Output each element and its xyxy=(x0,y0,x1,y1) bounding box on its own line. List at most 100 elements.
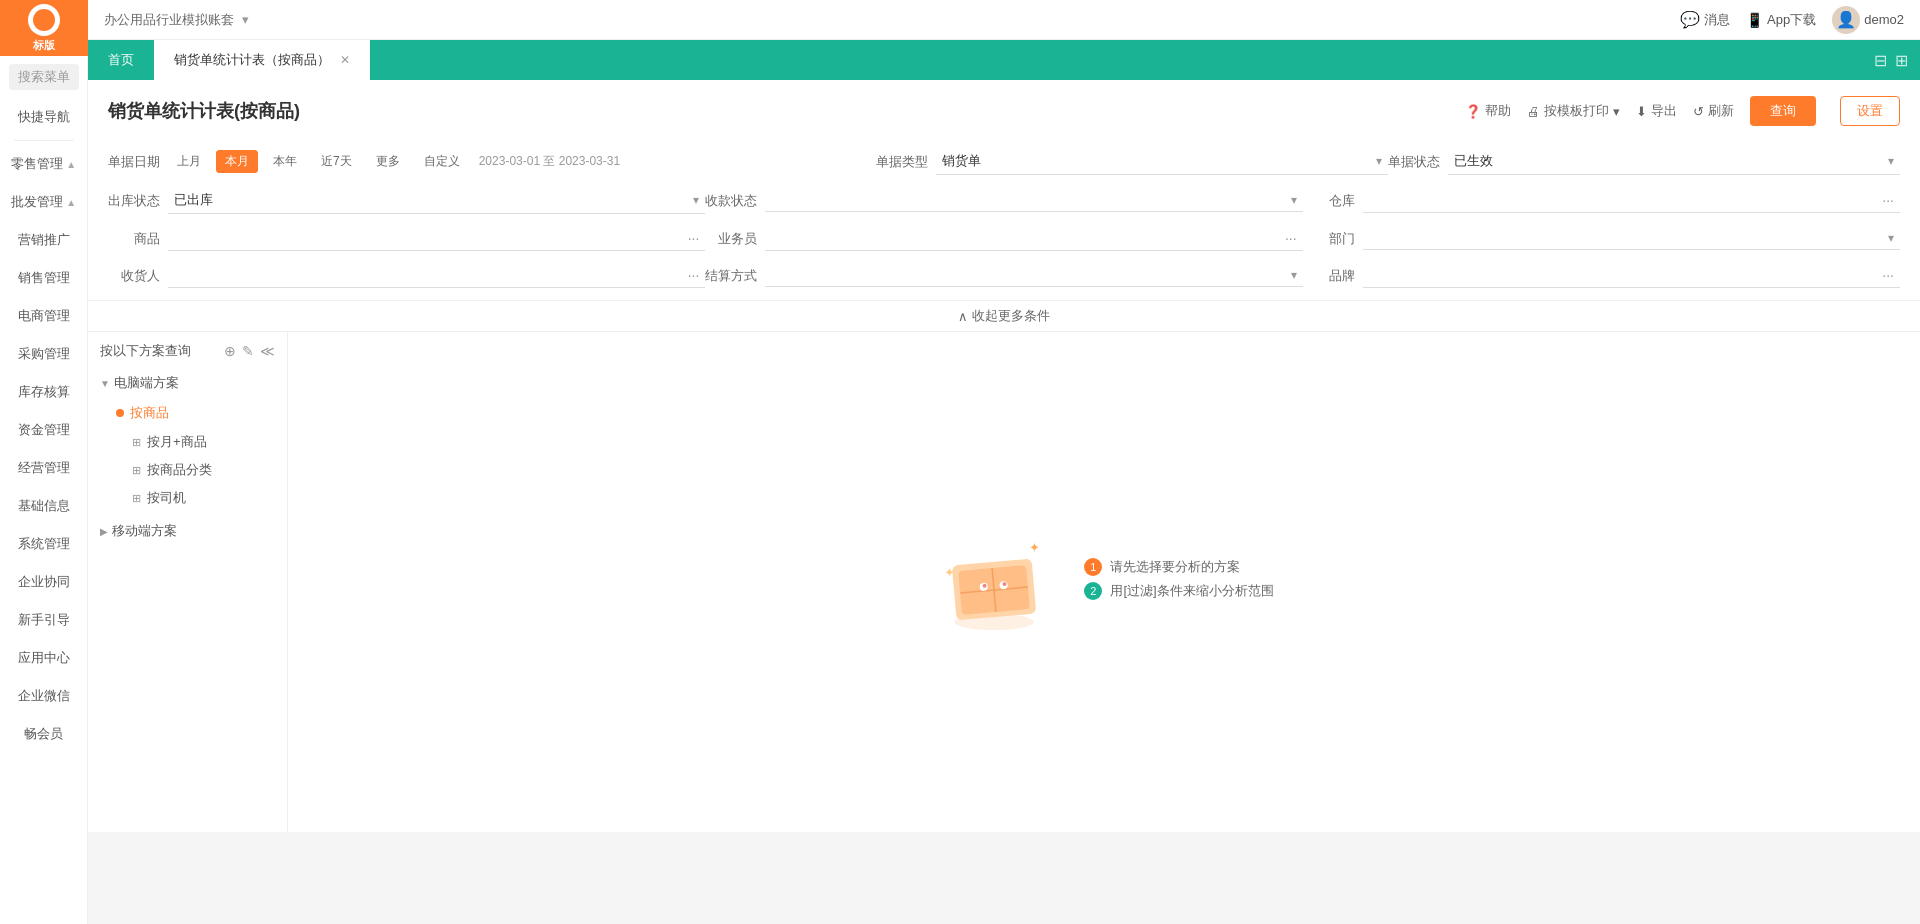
search-menu[interactable]: 搜索菜单 xyxy=(9,64,79,90)
receiver-dots-icon[interactable]: ··· xyxy=(688,267,700,283)
salesperson-dots-icon[interactable]: ··· xyxy=(1285,230,1297,246)
sidebar-item-member[interactable]: 畅会员 xyxy=(0,715,88,753)
sidebar-item-newbie[interactable]: 新手引导 xyxy=(0,601,88,639)
date-btn-custom[interactable]: 自定义 xyxy=(415,150,469,173)
sidebar: 标版 搜索菜单 快捷导航 零售管理 ▲ 批发管理 ▲ 营销推广 销售管理 电商管… xyxy=(0,0,88,924)
help-icon: ❓ xyxy=(1465,104,1481,119)
scheme-panel-icons: ⊕ ✎ ≪ xyxy=(224,343,275,359)
date-btn-lastmonth[interactable]: 上月 xyxy=(168,150,210,173)
tab-sales-stat[interactable]: 销货单统计计表（按商品） ✕ xyxy=(154,40,370,80)
department-select[interactable]: ▾ xyxy=(1363,227,1900,250)
scheme-group-pc-arrow: ▼ xyxy=(100,378,110,389)
sidebar-item-purchase[interactable]: 采购管理 xyxy=(0,335,88,373)
tab-close-icon[interactable]: ✕ xyxy=(340,53,350,67)
tab-sales-stat-label: 销货单统计计表（按商品） xyxy=(174,51,330,69)
doctype-select[interactable]: 销货单 ▾ xyxy=(936,148,1388,175)
paymentstatus-select[interactable]: ▾ xyxy=(765,189,1302,212)
help-btn[interactable]: ❓ 帮助 xyxy=(1465,102,1511,120)
paymentstatus-arrow-icon: ▾ xyxy=(1291,193,1297,207)
scheme-item-by-product[interactable]: 按商品 xyxy=(88,398,287,428)
warehouse-input[interactable]: ··· xyxy=(1363,188,1900,213)
scheme-group-pc-header[interactable]: ▼ 电脑端方案 xyxy=(88,368,287,398)
sidebar-item-corpwechat[interactable]: 企业微信 xyxy=(0,677,88,715)
scheme-edit-icon[interactable]: ✎ xyxy=(242,343,254,359)
scheme-group-mobile-arrow: ▶ xyxy=(100,526,108,537)
sidebar-item-system[interactable]: 系统管理 xyxy=(0,525,88,563)
scheme-sub-item-by-cashier[interactable]: ⊞ 按司机 xyxy=(88,484,287,512)
query-button[interactable]: 查询 xyxy=(1750,96,1816,126)
sidebar-item-marketing[interactable]: 营销推广 xyxy=(0,221,88,259)
filter-row-1: 单据日期 上月 本月 本年 近7天 更多 自定义 2023-03-01 至 20… xyxy=(108,148,1900,175)
sidebar-item-retail[interactable]: 零售管理 ▲ xyxy=(0,145,88,183)
tab-minimize-icon[interactable]: ⊟ xyxy=(1874,51,1887,70)
warehouse-dots-icon[interactable]: ··· xyxy=(1882,192,1894,208)
receiver-input[interactable]: ··· xyxy=(168,263,705,288)
export-btn[interactable]: ⬇ 导出 xyxy=(1636,102,1677,120)
sidebar-item-operations[interactable]: 经营管理 xyxy=(0,449,88,487)
collapse-btn[interactable]: ∧ 收起更多条件 xyxy=(88,300,1920,331)
docstatus-select[interactable]: 已生效 ▾ xyxy=(1448,148,1900,175)
brand-input[interactable]: ··· xyxy=(1363,263,1900,288)
scheme-group-mobile: ▶ 移动端方案 xyxy=(88,516,287,546)
scheme-group-pc-label: 电脑端方案 xyxy=(114,374,179,392)
filter-department: 部门 ▾ xyxy=(1303,227,1900,250)
sidebar-item-wholesale[interactable]: 批发管理 ▲ xyxy=(0,183,88,221)
tab-maximize-icon[interactable]: ⊞ xyxy=(1895,51,1908,70)
scheme-sub-item-by-month-product[interactable]: ⊞ 按月+商品 xyxy=(88,428,287,456)
empty-hint-1: 1 请先选择要分析的方案 xyxy=(1084,558,1273,576)
sidebar-item-enterprise[interactable]: 企业协同 xyxy=(0,563,88,601)
goods-dots-icon[interactable]: ··· xyxy=(688,230,700,246)
page: 销货单统计计表(按商品) ❓ 帮助 🖨 按模板打印 ▾ ⬇ 导出 xyxy=(88,80,1920,924)
warehouse-label: 仓库 xyxy=(1303,192,1363,210)
app-download-btn[interactable]: 📱 App下载 xyxy=(1746,11,1816,29)
dropdown-arrow[interactable]: ▾ xyxy=(242,12,249,27)
svg-text:✦: ✦ xyxy=(944,565,955,580)
filter-settlement: 结算方式 ▾ xyxy=(705,264,1302,287)
messages-btn[interactable]: 💬 消息 xyxy=(1680,10,1730,29)
tab-home[interactable]: 首页 xyxy=(88,40,154,80)
filter-date: 单据日期 上月 本月 本年 近7天 更多 自定义 2023-03-01 至 20… xyxy=(108,150,876,173)
date-btn-thismonth[interactable]: 本月 xyxy=(216,150,258,173)
scheme-collapse-icon[interactable]: ≪ xyxy=(260,343,275,359)
page-title: 销货单统计计表(按商品) xyxy=(108,99,300,123)
sidebar-item-inventory[interactable]: 库存核算 xyxy=(0,373,88,411)
date-btn-thisyear[interactable]: 本年 xyxy=(264,150,306,173)
sidebar-item-ecom[interactable]: 电商管理 xyxy=(0,297,88,335)
empty-num-2: 2 xyxy=(1084,582,1102,600)
sidebar-item-quicknav[interactable]: 快捷导航 xyxy=(0,98,88,136)
brand-label: 品牌 xyxy=(1303,267,1363,285)
empty-illustration: ✦ ✦ xyxy=(934,522,1054,642)
active-dot-icon xyxy=(116,409,124,417)
outstatus-select[interactable]: 已出库 ▾ xyxy=(168,187,705,214)
settings-button[interactable]: 设置 xyxy=(1840,96,1900,126)
paymentstatus-label: 收款状态 xyxy=(705,192,765,210)
scheme-group-mobile-header[interactable]: ▶ 移动端方案 xyxy=(88,516,287,546)
brand-dots-icon[interactable]: ··· xyxy=(1882,267,1894,283)
scheme-sub-item-by-category[interactable]: ⊞ 按商品分类 xyxy=(88,456,287,484)
filter-row-2: 出库状态 已出库 ▾ 收款状态 ▾ 仓库 xyxy=(108,187,1900,214)
date-filter: 上月 本月 本年 近7天 更多 自定义 2023-03-01 至 2023-03… xyxy=(168,150,876,173)
data-area: ✦ ✦ 1 请先选择要分析的方案 2 用[过滤]条件来缩小分析范围 xyxy=(288,332,1920,832)
sidebar-logo: 标版 xyxy=(0,0,88,56)
docstatus-value: 已生效 xyxy=(1454,152,1493,170)
salesperson-input[interactable]: ··· xyxy=(765,226,1302,251)
user-menu[interactable]: 👤 demo2 xyxy=(1832,6,1904,34)
print-btn[interactable]: 🖨 按模板打印 ▾ xyxy=(1527,102,1620,120)
settlement-label: 结算方式 xyxy=(705,267,765,285)
refresh-btn[interactable]: ↺ 刷新 xyxy=(1693,102,1734,120)
sidebar-item-sales[interactable]: 销售管理 xyxy=(0,259,88,297)
print-icon: 🖨 xyxy=(1527,104,1540,119)
scheme-panel: 按以下方案查询 ⊕ ✎ ≪ ▼ 电脑端方案 xyxy=(88,332,288,832)
date-btn-7days[interactable]: 近7天 xyxy=(312,150,361,173)
sidebar-item-apps[interactable]: 应用中心 xyxy=(0,639,88,677)
collapse-label: 收起更多条件 xyxy=(972,307,1050,325)
department-arrow-icon: ▾ xyxy=(1888,231,1894,245)
page-inner: 销货单统计计表(按商品) ❓ 帮助 🖨 按模板打印 ▾ ⬇ 导出 xyxy=(88,80,1920,832)
sidebar-item-finance[interactable]: 资金管理 xyxy=(0,411,88,449)
scheme-add-icon[interactable]: ⊕ xyxy=(224,343,236,359)
date-btn-more[interactable]: 更多 xyxy=(367,150,409,173)
sidebar-item-basics[interactable]: 基础信息 xyxy=(0,487,88,525)
goods-input[interactable]: ··· xyxy=(168,226,705,251)
topbar-left: 办公用品行业模拟账套 ▾ xyxy=(104,11,249,29)
settlement-select[interactable]: ▾ xyxy=(765,264,1302,287)
